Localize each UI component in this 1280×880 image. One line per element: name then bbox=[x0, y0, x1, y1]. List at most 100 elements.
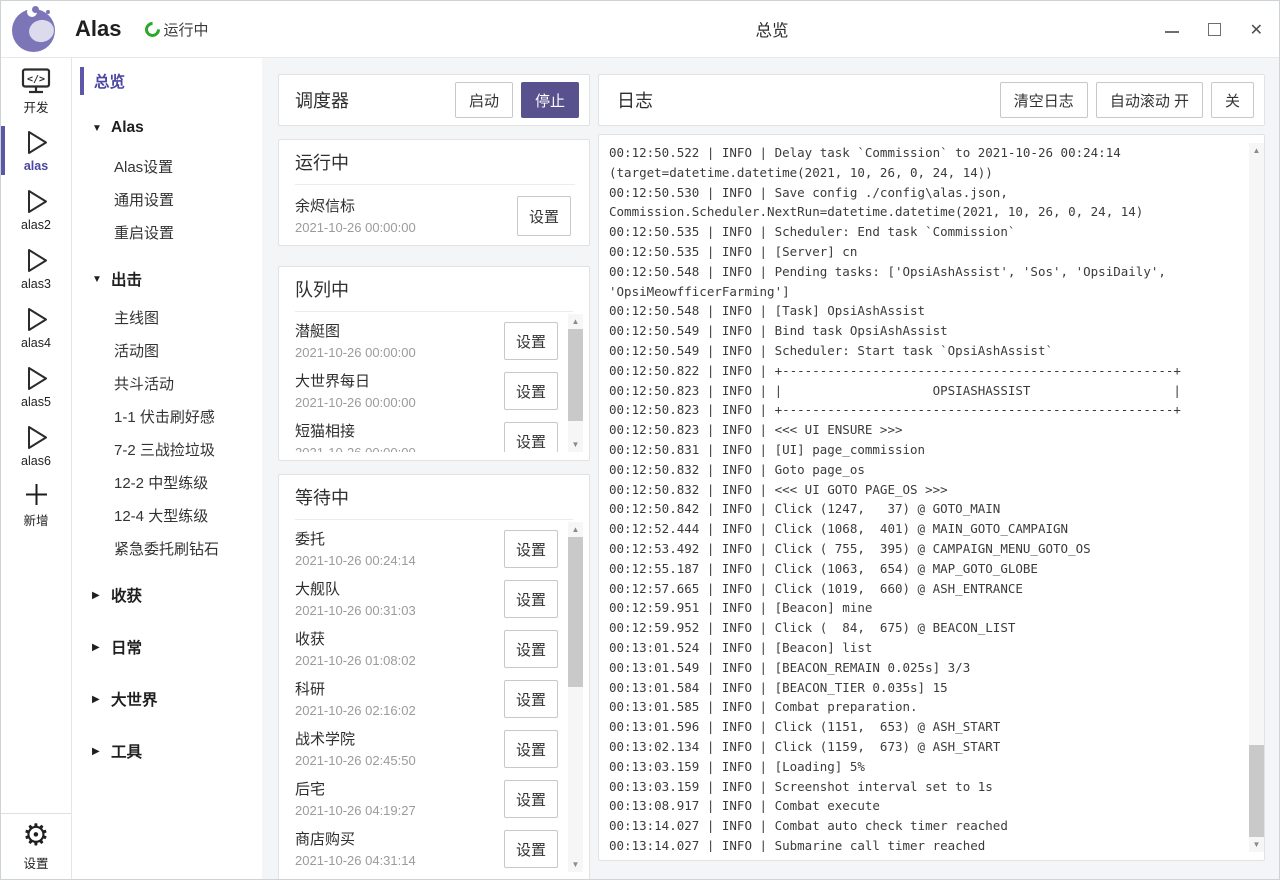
menu-item-overview[interactable]: 总览 bbox=[80, 64, 262, 98]
task-name: 大世界每日 bbox=[295, 372, 504, 391]
chevron-down-icon: ▼ bbox=[92, 274, 102, 285]
task-name: 科研 bbox=[295, 680, 504, 699]
menu-item[interactable]: 12-4 大型练级 bbox=[80, 499, 262, 532]
rail-settings-label: 设置 bbox=[23, 853, 48, 872]
scroll-down-icon[interactable]: ▼ bbox=[572, 857, 580, 872]
rail-item-alas6[interactable]: alas6 bbox=[1, 416, 71, 475]
window-controls: ✕ bbox=[1165, 1, 1263, 58]
app-logo-icon bbox=[11, 6, 59, 54]
log-output[interactable]: 00:12:50.522 | INFO | Delay task `Commis… bbox=[609, 143, 1249, 852]
divider bbox=[295, 519, 573, 520]
rail-item-label: 新增 bbox=[23, 510, 48, 529]
menu-group-日常[interactable]: ▶ 日常 bbox=[80, 625, 262, 669]
menu-group-出击[interactable]: ▼出击 bbox=[80, 257, 262, 301]
task-row: 后宅2021-10-26 04:19:27设置 bbox=[295, 772, 568, 822]
task-settings-button[interactable]: 设置 bbox=[504, 680, 558, 718]
menu-group-收获[interactable]: ▶收获 bbox=[80, 573, 262, 617]
task-settings-button[interactable]: 设置 bbox=[504, 730, 558, 768]
chevron-right-icon: ▶ bbox=[92, 642, 102, 653]
main-content: 调度器 启动 停止 运行中 余烬信标2021-10-26 00:00:00设置 … bbox=[262, 58, 1279, 879]
task-settings-button[interactable]: 设置 bbox=[504, 530, 558, 568]
task-info: 委托2021-10-26 00:24:14 bbox=[295, 530, 504, 569]
task-settings-button[interactable]: 设置 bbox=[504, 372, 558, 410]
scrollbar-thumb[interactable] bbox=[568, 329, 583, 421]
task-name: 后宅 bbox=[295, 780, 504, 799]
task-row: 科研2021-10-26 02:16:02设置 bbox=[295, 672, 568, 722]
task-info: 大世界每日2021-10-26 00:00:00 bbox=[295, 372, 504, 411]
menu-item[interactable]: 7-2 三战捡垃圾 bbox=[80, 433, 262, 466]
task-info: 短猫相接2021-10-26 00:00:00 bbox=[295, 422, 504, 453]
task-info: 余烬信标2021-10-26 00:00:00 bbox=[295, 197, 517, 236]
rail-settings-button[interactable]: ⚙ 设置 bbox=[1, 813, 71, 879]
rail-item-alas[interactable]: alas bbox=[1, 121, 71, 180]
gear-icon: ⚙ bbox=[23, 821, 50, 851]
rail-item-label: alas3 bbox=[21, 277, 51, 291]
pending-scrollbar[interactable]: ▲ ▼ bbox=[568, 314, 583, 452]
task-info: 大舰队2021-10-26 00:31:03 bbox=[295, 580, 504, 619]
code-monitor-icon: </> bbox=[20, 67, 52, 95]
menu-item[interactable]: 12-2 中型练级 bbox=[80, 466, 262, 499]
start-button[interactable]: 启动 bbox=[455, 82, 513, 118]
menu-item[interactable]: 紧急委托刷钻石 bbox=[80, 532, 262, 565]
menu-group-Alas[interactable]: ▼Alas bbox=[80, 106, 262, 150]
rail-item-dev[interactable]: </> 开发 bbox=[1, 62, 71, 121]
task-row: 潜艇图2021-10-26 00:00:00设置 bbox=[295, 314, 568, 364]
menu-group-工具[interactable]: ▶工具 bbox=[80, 729, 262, 773]
menu-item[interactable]: 1-1 伏击刷好感 bbox=[80, 400, 262, 433]
window-title: 总览 bbox=[756, 17, 789, 41]
scrollbar-thumb[interactable] bbox=[568, 537, 583, 687]
pending-title: 队列中 bbox=[295, 279, 573, 301]
scroll-down-icon[interactable]: ▼ bbox=[572, 437, 580, 452]
minimize-button[interactable] bbox=[1165, 19, 1179, 41]
menu-group-label: 大世界 bbox=[111, 688, 158, 710]
scroll-up-icon[interactable]: ▲ bbox=[1253, 143, 1261, 158]
scroll-down-icon[interactable]: ▼ bbox=[1253, 837, 1261, 852]
stop-button[interactable]: 停止 bbox=[521, 82, 579, 118]
scrollbar-thumb[interactable] bbox=[1249, 745, 1264, 837]
scroll-up-icon[interactable]: ▲ bbox=[572, 522, 580, 537]
menu-item[interactable]: 重启设置 bbox=[80, 216, 262, 249]
task-settings-button[interactable]: 设置 bbox=[517, 196, 571, 236]
scheduler-column: 调度器 启动 停止 运行中 余烬信标2021-10-26 00:00:00设置 … bbox=[278, 74, 590, 861]
rail-item-alas3[interactable]: alas3 bbox=[1, 239, 71, 298]
menu-item[interactable]: 活动图 bbox=[80, 334, 262, 367]
log-header: 日志 清空日志 自动滚动 开 关 bbox=[598, 74, 1265, 126]
task-name: 委托 bbox=[295, 530, 504, 549]
menu-item[interactable]: Alas设置 bbox=[80, 150, 262, 183]
pending-list[interactable]: 潜艇图2021-10-26 00:00:00设置大世界每日2021-10-26 … bbox=[295, 314, 568, 452]
task-settings-button[interactable]: 设置 bbox=[504, 630, 558, 668]
task-settings-button[interactable]: 设置 bbox=[504, 580, 558, 618]
rail-item-label: alas bbox=[24, 159, 48, 173]
task-row: 商店购买2021-10-26 04:31:14设置 bbox=[295, 822, 568, 872]
chevron-right-icon: ▶ bbox=[92, 694, 102, 705]
scroll-up-icon[interactable]: ▲ bbox=[572, 314, 580, 329]
task-row: 委托2021-10-26 00:24:14设置 bbox=[295, 522, 568, 572]
menu-item[interactable]: 共斗活动 bbox=[80, 367, 262, 400]
menu-item[interactable]: 通用设置 bbox=[80, 183, 262, 216]
task-settings-button[interactable]: 设置 bbox=[504, 780, 558, 818]
rail-item-label: 开发 bbox=[23, 97, 48, 116]
task-name: 大舰队 bbox=[295, 580, 504, 599]
task-settings-button[interactable]: 设置 bbox=[504, 422, 558, 452]
play-icon bbox=[23, 306, 50, 334]
autoscroll-toggle-button[interactable]: 自动滚动 开 bbox=[1096, 82, 1203, 118]
task-settings-button[interactable]: 设置 bbox=[504, 830, 558, 868]
rail-item-alas4[interactable]: alas4 bbox=[1, 298, 71, 357]
clear-log-button[interactable]: 清空日志 bbox=[1000, 82, 1088, 118]
menu-group-大世界[interactable]: ▶ 大世界 bbox=[80, 677, 262, 721]
close-button[interactable]: ✕ bbox=[1250, 20, 1263, 40]
task-info: 战术学院2021-10-26 02:45:50 bbox=[295, 730, 504, 769]
log-scrollbar[interactable]: ▲ ▼ bbox=[1249, 143, 1264, 852]
task-time: 2021-10-26 01:08:02 bbox=[295, 652, 504, 669]
rail-item-alas5[interactable]: alas5 bbox=[1, 357, 71, 416]
waiting-scrollbar[interactable]: ▲ ▼ bbox=[568, 522, 583, 872]
task-info: 潜艇图2021-10-26 00:00:00 bbox=[295, 322, 504, 361]
maximize-button[interactable] bbox=[1208, 23, 1221, 36]
rail-item-add[interactable]: 新增 bbox=[1, 475, 71, 534]
waiting-list[interactable]: 委托2021-10-26 00:24:14设置大舰队2021-10-26 00:… bbox=[295, 522, 568, 872]
menu-item[interactable]: 主线图 bbox=[80, 301, 262, 334]
rail-item-alas2[interactable]: alas2 bbox=[1, 180, 71, 239]
task-settings-button[interactable]: 设置 bbox=[504, 322, 558, 360]
log-off-button[interactable]: 关 bbox=[1211, 82, 1254, 118]
menu-group-label: 日常 bbox=[111, 636, 142, 658]
